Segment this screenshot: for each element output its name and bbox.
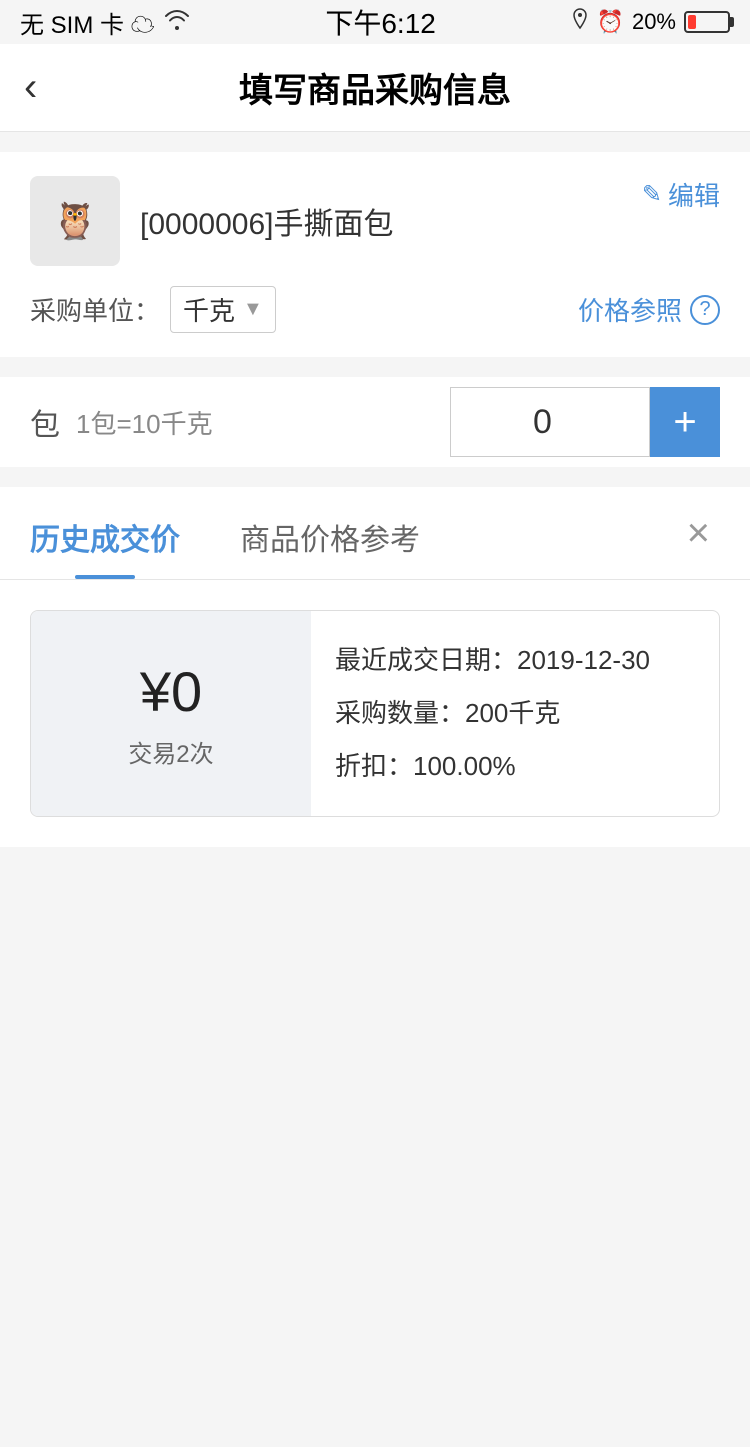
- discount-value: 100.00%: [413, 751, 516, 781]
- tabs-list: 历史成交价 商品价格参考: [30, 487, 420, 579]
- price-ref-label: 价格参照: [578, 291, 682, 328]
- nav-bar: ‹ 填写商品采购信息: [0, 44, 750, 132]
- no-sim-text: 无 SIM 卡 ☁: [20, 5, 155, 40]
- product-logo: 🦉: [30, 176, 120, 266]
- page-title: 填写商品采购信息: [239, 63, 511, 112]
- price-trades: 交易2次: [128, 734, 213, 769]
- back-button[interactable]: ‹: [24, 65, 37, 110]
- battery-text: 20%: [632, 9, 676, 35]
- product-info-row: 🦉 [0000006]手撕面包: [30, 176, 393, 266]
- product-logo-icon: 🦉: [53, 200, 98, 242]
- quantity-section: 包 1包=10千克 +: [0, 377, 750, 467]
- discount-row: 折扣：100.00%: [335, 747, 695, 786]
- tabs-header: 历史成交价 商品价格参考 ×: [0, 487, 750, 580]
- alarm-icon: ⏰: [597, 9, 624, 35]
- tab-history-price[interactable]: 历史成交价: [30, 487, 180, 579]
- quantity-input[interactable]: [450, 387, 650, 457]
- battery-icon: [684, 11, 730, 33]
- wifi-icon: [163, 8, 191, 37]
- recent-date-row: 最近成交日期：2019-12-30: [335, 641, 695, 680]
- quantity-row-label: 采购数量：: [335, 698, 465, 728]
- tab-product-price-ref[interactable]: 商品价格参考: [240, 487, 420, 579]
- status-left: 无 SIM 卡 ☁: [20, 5, 191, 40]
- location-icon: [571, 8, 589, 36]
- unit-value: 千克: [183, 291, 235, 328]
- quantity-row: 采购数量：200千克: [335, 694, 695, 733]
- price-card-left: ¥0 交易2次: [31, 611, 311, 816]
- unit-dropdown-icon: ▼: [243, 298, 263, 321]
- price-ref-help-icon: ?: [690, 295, 720, 325]
- product-name: [0000006]手撕面包: [140, 199, 393, 243]
- price-card-right: 最近成交日期：2019-12-30 采购数量：200千克 折扣：100.00%: [311, 611, 719, 816]
- package-ratio: 1包=10千克: [76, 404, 213, 441]
- recent-date-value: 2019-12-30: [517, 645, 650, 675]
- product-header: 🦉 [0000006]手撕面包 ✎ 编辑: [30, 176, 720, 266]
- product-unit-row: 采购单位： 千克 ▼ 价格参照 ?: [30, 286, 720, 333]
- price-ref-button[interactable]: 价格参照 ?: [578, 291, 720, 328]
- unit-label: 采购单位：: [30, 291, 160, 328]
- edit-icon: ✎: [642, 180, 662, 209]
- tab-content-history: ¥0 交易2次 最近成交日期：2019-12-30 采购数量：200千克 折扣：…: [0, 580, 750, 847]
- status-bar: 无 SIM 卡 ☁ 下午6:12 ⏰ 20%: [0, 0, 750, 44]
- tab-close-button[interactable]: ×: [677, 501, 720, 566]
- quantity-label-area: 包 1包=10千克: [30, 400, 213, 444]
- product-card: 🦉 [0000006]手撕面包 ✎ 编辑 采购单位： 千克 ▼ 价格参照 ?: [0, 152, 750, 357]
- edit-label: 编辑: [668, 176, 720, 213]
- quantity-row-value: 200千克: [465, 698, 560, 728]
- quantity-input-area: +: [450, 387, 720, 457]
- main-content: [0, 847, 750, 1447]
- status-time: 下午6:12: [325, 2, 436, 42]
- status-right: ⏰ 20%: [571, 8, 730, 36]
- tabs-section: 历史成交价 商品价格参考 × ¥0 交易2次 最近成交日期：2019-12-30…: [0, 487, 750, 847]
- discount-label: 折扣：: [335, 751, 413, 781]
- price-amount: ¥0: [140, 659, 202, 724]
- quantity-plus-button[interactable]: +: [650, 387, 720, 457]
- recent-date-label: 最近成交日期：: [335, 645, 517, 675]
- price-card: ¥0 交易2次 最近成交日期：2019-12-30 采购数量：200千克 折扣：…: [30, 610, 720, 817]
- unit-select[interactable]: 千克 ▼: [170, 286, 276, 333]
- package-icon: 包: [30, 400, 60, 444]
- edit-button[interactable]: ✎ 编辑: [642, 176, 720, 213]
